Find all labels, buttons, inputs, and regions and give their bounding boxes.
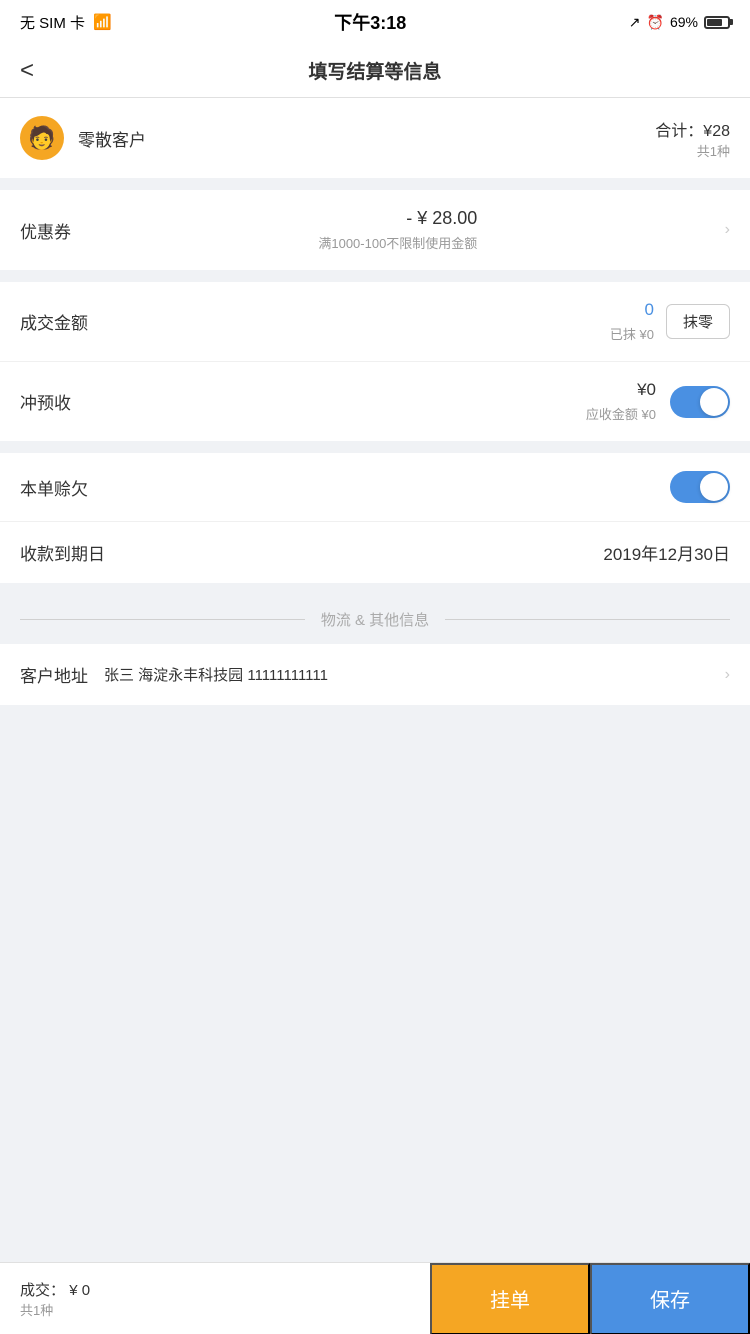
bottom-deal-value: ¥ 0 <box>69 1282 90 1299</box>
save-button[interactable]: 保存 <box>590 1263 750 1334</box>
coupon-section: 优惠券 - ¥ 28.00 满1000-100不限制使用金额 › <box>0 190 750 270</box>
coupon-right: - ¥ 28.00 满1000-100不限制使用金额 <box>318 208 477 252</box>
deferred-row: 本单赊欠 <box>0 453 750 522</box>
prepayment-value: ¥0 <box>586 380 656 400</box>
customer-name: 零散客户 <box>78 126 146 151</box>
address-label: 客户地址 <box>20 662 88 687</box>
nav-bar: < 填写结算等信息 <box>0 44 750 98</box>
customer-right: 合计：¥28 共1种 <box>655 117 730 160</box>
content: 🧑 零散客户 合计：¥28 共1种 优惠券 - ¥ 28.00 满1000-10… <box>0 98 750 797</box>
prepayment-row: 冲预收 ¥0 应收金额 ¥0 <box>0 362 750 441</box>
coupon-sub: 满1000-100不限制使用金额 <box>318 233 477 252</box>
coupon-row[interactable]: 优惠券 - ¥ 28.00 满1000-100不限制使用金额 › <box>0 190 750 270</box>
battery-icon <box>704 16 730 29</box>
due-date-label: 收款到期日 <box>20 540 105 565</box>
deferred-toggle[interactable] <box>670 471 730 503</box>
bottom-deal-label: 成交： <box>20 1282 65 1299</box>
total-amount: 合计：¥28 <box>655 117 730 141</box>
back-button[interactable]: < <box>20 57 34 85</box>
bottom-info: 成交： ¥ 0 共1种 <box>0 1279 430 1319</box>
prepayment-sub: 应收金额 ¥0 <box>586 404 656 423</box>
page-title: 填写结算等信息 <box>308 57 441 84</box>
avatar: 🧑 <box>20 116 64 160</box>
bottom-count: 共1种 <box>20 1300 410 1319</box>
battery-percent: 69% <box>670 14 698 30</box>
prepayment-label: 冲预收 <box>20 389 71 414</box>
deal-amount-sub: 已抹 ¥0 <box>610 324 654 343</box>
bottom-deal: 成交： ¥ 0 <box>20 1279 410 1300</box>
address-row[interactable]: 客户地址 张三 海淀永丰科技园 11111111111 › <box>0 644 750 705</box>
deal-section: 成交金额 0 已抹 ¥0 抹零 冲预收 ¥0 应收金额 ¥0 <box>0 282 750 441</box>
item-count: 共1种 <box>655 141 730 160</box>
deal-amount-right: 0 已抹 ¥0 抹零 <box>610 300 730 343</box>
deal-amount-row: 成交金额 0 已抹 ¥0 抹零 <box>0 282 750 362</box>
deferred-toggle-knob <box>700 473 728 501</box>
hold-button[interactable]: 挂单 <box>430 1263 590 1334</box>
due-date-row: 收款到期日 2019年12月30日 <box>0 522 750 583</box>
due-date-value: 2019年12月30日 <box>603 540 730 565</box>
divider-right <box>445 619 730 620</box>
divider-left <box>20 619 305 620</box>
deferred-section: 本单赊欠 收款到期日 2019年12月30日 <box>0 453 750 583</box>
customer-left: 🧑 零散客户 <box>20 116 146 160</box>
address-section: 客户地址 张三 海淀永丰科技园 11111111111 › <box>0 644 750 705</box>
avatar-icon: 🧑 <box>28 125 55 151</box>
address-value: 张三 海淀永丰科技园 11111111111 <box>104 664 709 685</box>
coupon-value: - ¥ 28.00 <box>318 208 477 229</box>
carrier-text: 无 SIM 卡 <box>20 12 85 33</box>
logistics-title: 物流 & 其他信息 <box>321 609 429 630</box>
location-icon: ↗ <box>629 14 641 31</box>
toggle-knob <box>700 388 728 416</box>
round-zero-button[interactable]: 抹零 <box>666 304 730 339</box>
deferred-label: 本单赊欠 <box>20 475 88 500</box>
customer-section: 🧑 零散客户 合计：¥28 共1种 <box>0 98 750 178</box>
prepayment-right: ¥0 应收金额 ¥0 <box>586 380 730 423</box>
wifi-icon: 📶 <box>93 13 112 31</box>
bottom-bar: 成交： ¥ 0 共1种 挂单 保存 <box>0 1262 750 1334</box>
chevron-icon: › <box>725 221 730 239</box>
coupon-label: 优惠券 <box>20 218 71 243</box>
status-time: 下午3:18 <box>334 9 406 35</box>
status-bar: 无 SIM 卡 📶 下午3:18 ↗ ⏰ 69% <box>0 0 750 44</box>
alarm-icon: ⏰ <box>647 14 664 31</box>
status-left: 无 SIM 卡 📶 <box>20 12 112 33</box>
prepayment-toggle[interactable] <box>670 386 730 418</box>
deal-amount-value: 0 <box>610 300 654 320</box>
status-right: ↗ ⏰ 69% <box>629 14 730 31</box>
deal-amount-label: 成交金额 <box>20 309 88 334</box>
address-chevron-icon: › <box>725 666 730 684</box>
logistics-header: 物流 & 其他信息 <box>0 595 750 644</box>
